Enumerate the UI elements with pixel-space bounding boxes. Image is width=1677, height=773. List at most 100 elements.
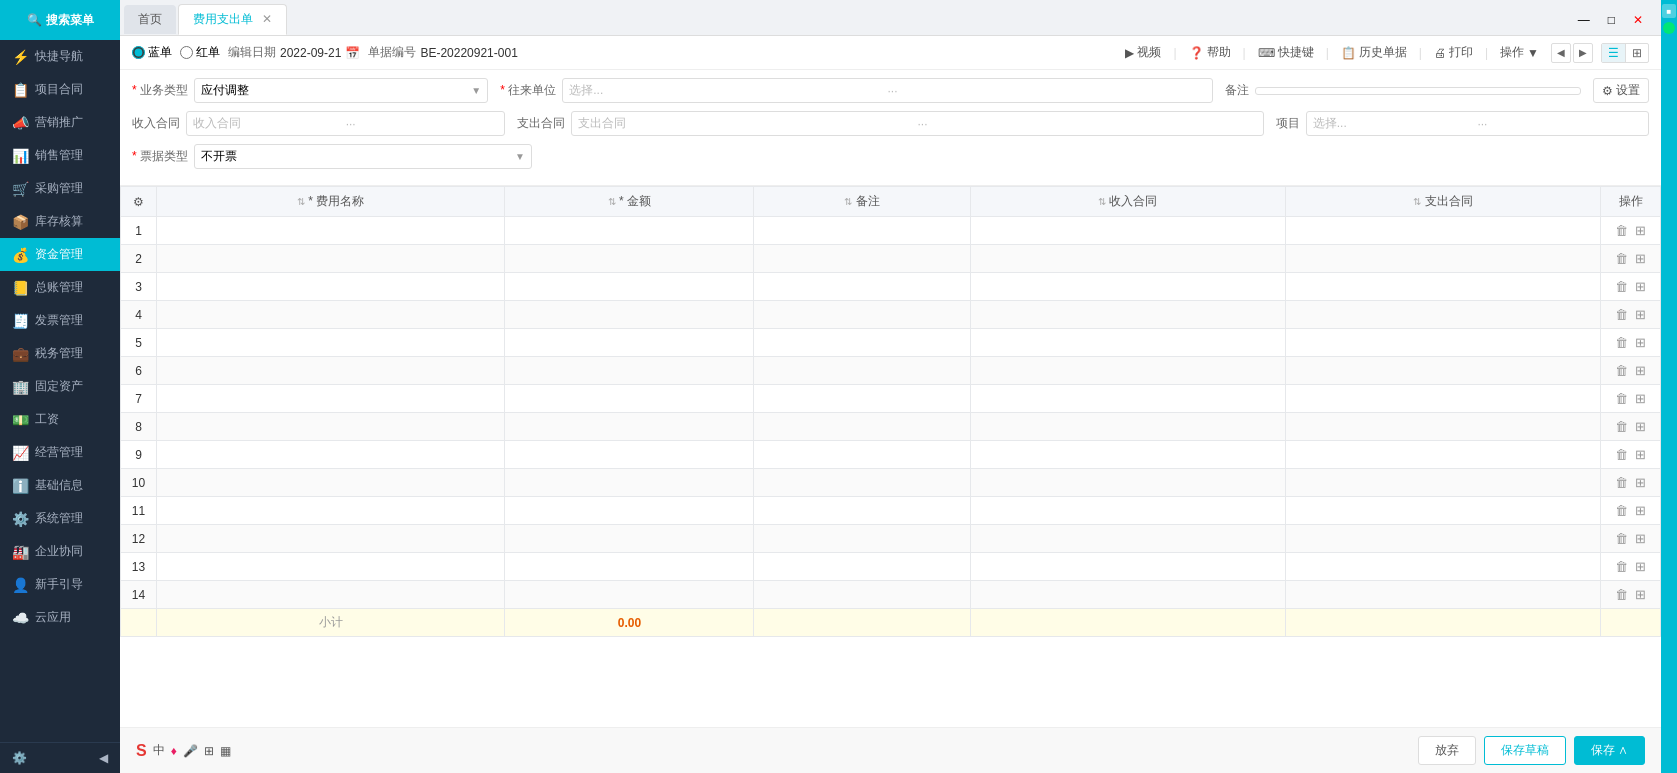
- collapse-icon[interactable]: ◀: [99, 751, 108, 765]
- copy-icon[interactable]: ⊞: [1635, 307, 1646, 322]
- expense-name-cell[interactable]: [157, 441, 505, 469]
- income-contract-cell[interactable]: [970, 581, 1285, 609]
- expense-contract-cell[interactable]: [1285, 357, 1600, 385]
- income-contract-cell[interactable]: [970, 441, 1285, 469]
- income-contract-cell[interactable]: [970, 301, 1285, 329]
- sidebar-item-purchase-mgmt[interactable]: 🛒 采购管理: [0, 172, 120, 205]
- income-contract-cell[interactable]: [970, 413, 1285, 441]
- income-contract-dots-icon[interactable]: ···: [346, 117, 499, 131]
- sidebar-item-tax-mgmt[interactable]: 💼 税务管理: [0, 337, 120, 370]
- copy-icon[interactable]: ⊞: [1635, 503, 1646, 518]
- delete-icon[interactable]: 🗑: [1615, 363, 1628, 378]
- sidebar-item-quick-nav[interactable]: ⚡ 快捷导航: [0, 40, 120, 73]
- remark-cell[interactable]: [754, 301, 970, 329]
- project-dots-icon[interactable]: ···: [1477, 117, 1642, 131]
- amount-cell[interactable]: [505, 385, 754, 413]
- save-button[interactable]: 保存 ∧: [1574, 736, 1645, 765]
- income-contract-cell[interactable]: [970, 357, 1285, 385]
- help-btn[interactable]: ❓ 帮助: [1185, 42, 1235, 63]
- copy-icon[interactable]: ⊞: [1635, 223, 1646, 238]
- copy-icon[interactable]: ⊞: [1635, 447, 1646, 462]
- expense-contract-cell[interactable]: [1285, 329, 1600, 357]
- settings-button[interactable]: ⚙ 设置: [1593, 78, 1649, 103]
- side-panel-btn-2[interactable]: [1663, 22, 1675, 34]
- remark-cell[interactable]: [754, 553, 970, 581]
- minimize-button[interactable]: —: [1572, 11, 1596, 29]
- save-draft-button[interactable]: 保存草稿: [1484, 736, 1566, 765]
- copy-icon[interactable]: ⊞: [1635, 419, 1646, 434]
- delete-icon[interactable]: 🗑: [1615, 307, 1628, 322]
- delete-icon[interactable]: 🗑: [1615, 559, 1628, 574]
- remark-cell[interactable]: [754, 525, 970, 553]
- income-contract-cell[interactable]: [970, 385, 1285, 413]
- copy-icon[interactable]: ⊞: [1635, 279, 1646, 294]
- delete-icon[interactable]: 🗑: [1615, 419, 1628, 434]
- amount-cell[interactable]: [505, 357, 754, 385]
- income-contract-input[interactable]: 收入合同 ···: [186, 111, 505, 136]
- radio-red[interactable]: 红单: [180, 44, 220, 61]
- amount-cell[interactable]: [505, 469, 754, 497]
- settings-icon[interactable]: ⚙️: [12, 751, 27, 765]
- delete-icon[interactable]: 🗑: [1615, 335, 1628, 350]
- expense-name-cell[interactable]: [157, 301, 505, 329]
- tab-close-icon[interactable]: ✕: [262, 12, 272, 26]
- tab-expense[interactable]: 费用支出单 ✕: [178, 4, 287, 35]
- counterpart-input[interactable]: 选择... ···: [562, 78, 1212, 103]
- sidebar-item-accounting[interactable]: 📒 总账管理: [0, 271, 120, 304]
- expense-name-cell[interactable]: [157, 469, 505, 497]
- income-contract-cell[interactable]: [970, 329, 1285, 357]
- remark-cell[interactable]: [754, 245, 970, 273]
- amount-cell[interactable]: [505, 329, 754, 357]
- expense-contract-cell[interactable]: [1285, 441, 1600, 469]
- delete-icon[interactable]: 🗑: [1615, 279, 1628, 294]
- copy-icon[interactable]: ⊞: [1635, 335, 1646, 350]
- sidebar-item-operations[interactable]: 📈 经营管理: [0, 436, 120, 469]
- delete-icon[interactable]: 🗑: [1615, 447, 1628, 462]
- delete-icon[interactable]: 🗑: [1615, 223, 1628, 238]
- amount-cell[interactable]: [505, 273, 754, 301]
- expense-contract-cell[interactable]: [1285, 525, 1600, 553]
- copy-icon[interactable]: ⊞: [1635, 531, 1646, 546]
- expense-contract-cell[interactable]: [1285, 273, 1600, 301]
- expense-name-cell[interactable]: [157, 329, 505, 357]
- copy-icon[interactable]: ⊞: [1635, 363, 1646, 378]
- expense-contract-cell[interactable]: [1285, 385, 1600, 413]
- remark-cell[interactable]: [754, 385, 970, 413]
- expense-contract-cell[interactable]: [1285, 497, 1600, 525]
- prev-arrow[interactable]: ◀: [1551, 43, 1571, 63]
- remark-cell[interactable]: [754, 357, 970, 385]
- video-btn[interactable]: ▶ 视频: [1121, 42, 1165, 63]
- expense-name-cell[interactable]: [157, 357, 505, 385]
- print-btn[interactable]: 🖨 打印: [1430, 42, 1477, 63]
- amount-cell[interactable]: [505, 525, 754, 553]
- sidebar-item-invoice-mgmt[interactable]: 🧾 发票管理: [0, 304, 120, 337]
- expense-contract-cell[interactable]: [1285, 245, 1600, 273]
- expense-name-cell[interactable]: [157, 385, 505, 413]
- copy-icon[interactable]: ⊞: [1635, 559, 1646, 574]
- discard-button[interactable]: 放弃: [1418, 736, 1476, 765]
- amount-cell[interactable]: [505, 441, 754, 469]
- biz-type-select[interactable]: 应付调整 ▼: [194, 78, 488, 103]
- expense-name-cell[interactable]: [157, 273, 505, 301]
- sidebar-item-enterprise[interactable]: 🏭 企业协同: [0, 535, 120, 568]
- col-header-income-contract[interactable]: ⇅ 收入合同: [970, 187, 1285, 217]
- expense-contract-cell[interactable]: [1285, 217, 1600, 245]
- col-header-remark[interactable]: ⇅ 备注: [754, 187, 970, 217]
- remark-cell[interactable]: [754, 497, 970, 525]
- sidebar-item-system-mgmt[interactable]: ⚙️ 系统管理: [0, 502, 120, 535]
- income-contract-cell[interactable]: [970, 469, 1285, 497]
- income-contract-cell[interactable]: [970, 217, 1285, 245]
- remark-cell[interactable]: [754, 273, 970, 301]
- radio-blue[interactable]: 蓝单: [132, 44, 172, 61]
- expense-contract-input[interactable]: 支出合同 ···: [571, 111, 1264, 136]
- sidebar-item-marketing[interactable]: 📣 营销推广: [0, 106, 120, 139]
- operation-btn[interactable]: 操作 ▼: [1496, 42, 1543, 63]
- counterpart-dots-icon[interactable]: ···: [888, 84, 1206, 98]
- sidebar-item-project-contract[interactable]: 📋 项目合同: [0, 73, 120, 106]
- expense-name-cell[interactable]: [157, 581, 505, 609]
- close-window-button[interactable]: ✕: [1627, 11, 1649, 29]
- sidebar-item-cloud-apps[interactable]: ☁️ 云应用: [0, 601, 120, 634]
- income-contract-cell[interactable]: [970, 497, 1285, 525]
- income-contract-cell[interactable]: [970, 553, 1285, 581]
- expense-contract-cell[interactable]: [1285, 581, 1600, 609]
